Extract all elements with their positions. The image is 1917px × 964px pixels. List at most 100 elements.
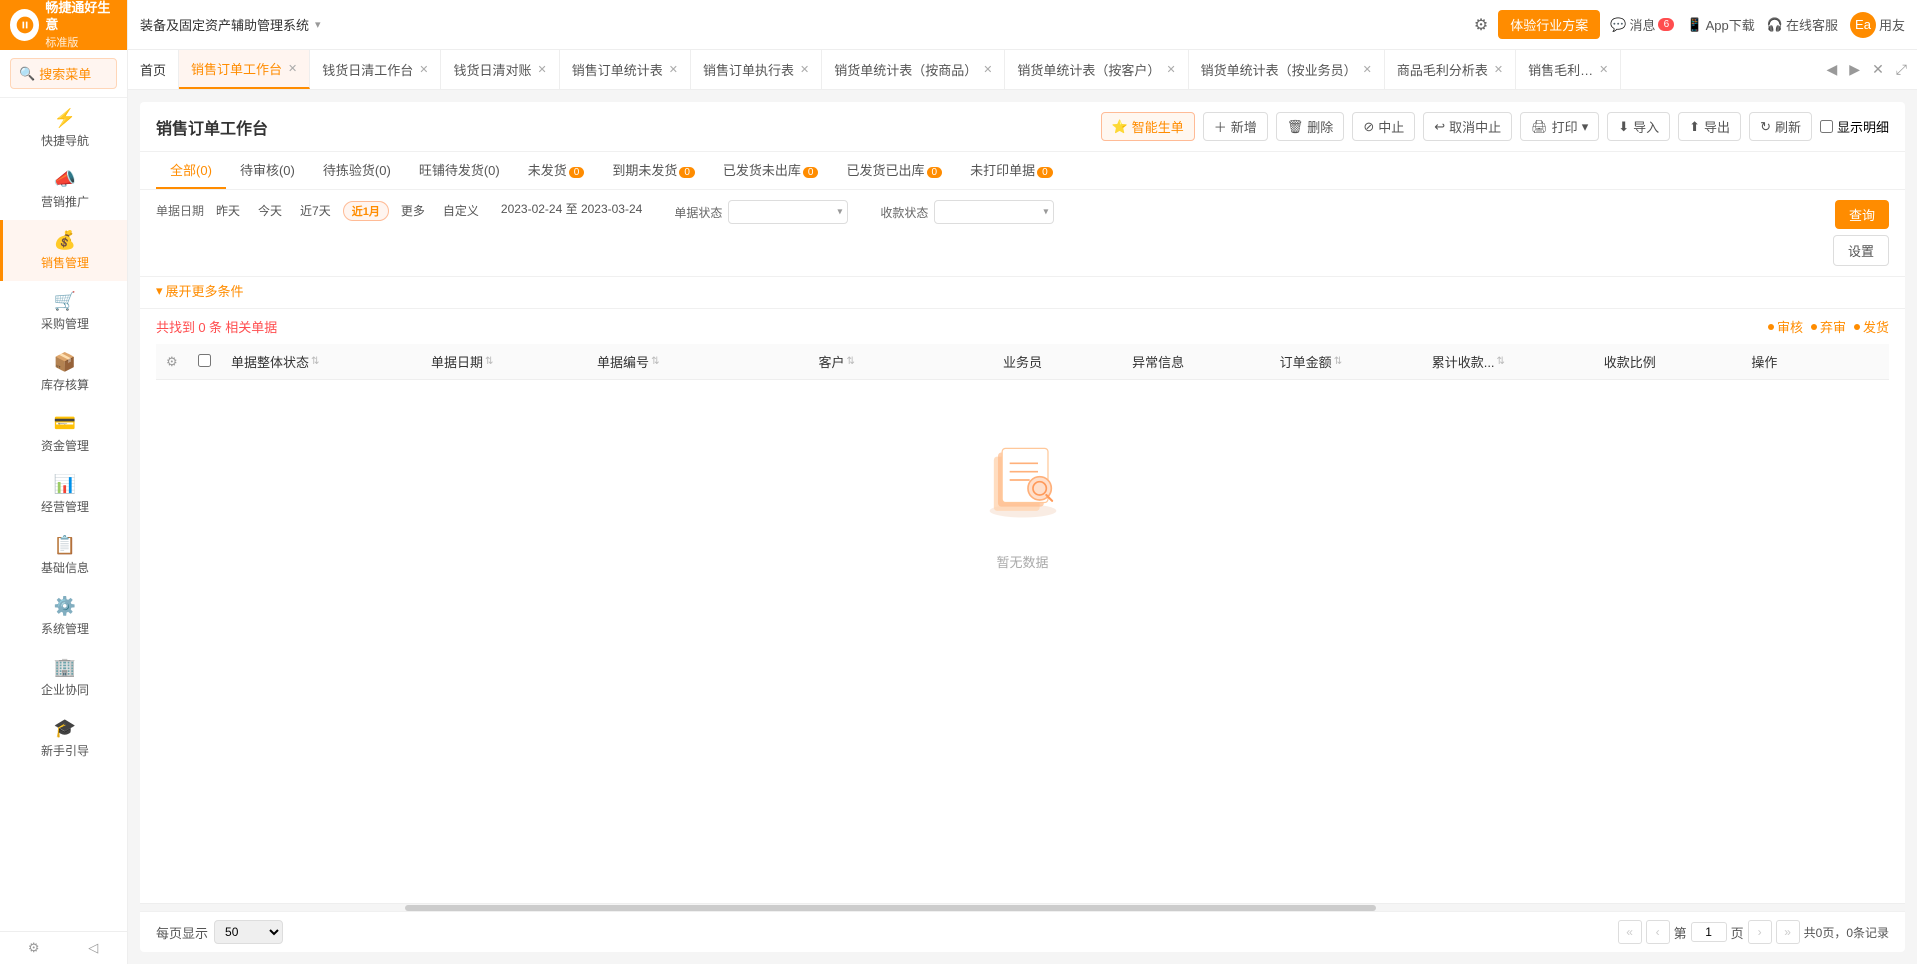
page-last-button[interactable]: »	[1776, 920, 1800, 944]
th-amount-sort[interactable]: 订单金额 ⇅	[1280, 352, 1342, 371]
horizontal-scrollbar[interactable]	[140, 903, 1905, 911]
sidebar-item-operations[interactable]: 📊 经营管理	[0, 464, 127, 525]
sidebar-item-quick-nav[interactable]: ⚡ 快捷导航	[0, 98, 127, 159]
app-download-button[interactable]: 📱 App下载	[1686, 15, 1754, 34]
th-status-sort[interactable]: 单据整体状态 ⇅	[231, 352, 319, 371]
tab-close-sales-order-exec[interactable]: ✕	[800, 63, 809, 76]
expand-filter-button[interactable]: ▾ 展开更多条件	[156, 281, 1889, 300]
tab-maximize-button[interactable]: ⤢	[1892, 59, 1911, 80]
page-input[interactable]	[1691, 922, 1727, 942]
tab-home[interactable]: 首页	[128, 50, 179, 89]
sidebar-item-guide[interactable]: 🎓 新手引导	[0, 708, 127, 769]
sub-tab-overdue-not-shipped[interactable]: 到期未发货0	[598, 152, 709, 189]
status-filter-label: 单据状态	[674, 204, 722, 221]
user-menu-button[interactable]: Ea 用友	[1850, 12, 1905, 38]
tab-gross-profit[interactable]: 商品毛利分析表 ✕	[1385, 50, 1516, 89]
page-next-button[interactable]: ›	[1748, 920, 1772, 944]
export-button[interactable]: ⬆ 导出	[1678, 112, 1741, 141]
tab-sales-order-exec[interactable]: 销售订单执行表 ✕	[691, 50, 822, 89]
sidebar-item-marketing[interactable]: 📣 营销推广	[0, 159, 127, 220]
tab-sales-profit[interactable]: 销售毛利… ✕	[1516, 50, 1621, 89]
sidebar-item-basic-info[interactable]: 📋 基础信息	[0, 525, 127, 586]
sidebar-item-system[interactable]: ⚙️ 系统管理	[0, 586, 127, 647]
settings-bottom-button[interactable]: ⚙	[8, 940, 60, 956]
search-menu-button[interactable]: 🔍 搜索菜单	[10, 58, 117, 89]
tab-close-all-button[interactable]: ✕	[1868, 59, 1888, 80]
show-detail-label[interactable]: 显示明细	[1820, 117, 1889, 136]
tab-next-button[interactable]: ▶	[1845, 59, 1864, 80]
print-button[interactable]: 🖨 打印 ▾	[1520, 112, 1599, 141]
tab-close-gross-profit[interactable]: ✕	[1494, 63, 1503, 76]
sub-tab-all[interactable]: 全部(0)	[156, 152, 226, 189]
show-detail-checkbox[interactable]	[1820, 120, 1833, 133]
tab-sales-stat-staff[interactable]: 销货单统计表（按业务员） ✕	[1189, 50, 1385, 89]
tab-prev-button[interactable]: ◀	[1823, 59, 1842, 80]
topbar-gear-button[interactable]: ⚙	[1474, 15, 1488, 35]
tab-cash-reconcile[interactable]: 钱货日清对账 ✕	[441, 50, 559, 89]
sidebar-item-enterprise[interactable]: 🏢 企业协同	[0, 647, 127, 708]
ship-button[interactable]: 发货	[1854, 317, 1889, 336]
add-button[interactable]: ＋ 新增	[1203, 112, 1268, 141]
sidebar-item-sales[interactable]: 💰 销售管理	[0, 220, 127, 281]
tab-sales-stat-customer[interactable]: 销货单统计表（按客户） ✕	[1005, 50, 1188, 89]
smart-create-button[interactable]: ⭐ 智能生单	[1101, 112, 1195, 141]
tab-close-cash-daily[interactable]: ✕	[419, 63, 428, 76]
cancel-stop-button[interactable]: ↩ 取消中止	[1423, 112, 1512, 141]
date-opt-1month[interactable]: 近1月	[343, 201, 389, 221]
tab-close-cash-reconcile[interactable]: ✕	[538, 63, 547, 76]
tab-close-sales-stat-customer[interactable]: ✕	[1166, 63, 1175, 76]
review-button[interactable]: 审核	[1768, 317, 1803, 336]
online-service-button[interactable]: 🎧 在线客服	[1767, 15, 1838, 34]
query-button[interactable]: 查询	[1835, 200, 1889, 229]
sidebar-item-finance[interactable]: 💳 资金管理	[0, 403, 127, 464]
sidebar-item-inventory[interactable]: 📦 库存核算	[0, 342, 127, 403]
tab-cash-daily[interactable]: 钱货日清工作台 ✕	[310, 50, 441, 89]
sub-tab-pending-check[interactable]: 待拣验货(0)	[309, 152, 405, 189]
message-button[interactable]: 💬 消息 6	[1610, 15, 1674, 34]
sub-tab-pending-review[interactable]: 待审核(0)	[226, 152, 309, 189]
tab-close-sales-order-work[interactable]: ✕	[288, 62, 297, 75]
stop-button[interactable]: ⊘ 中止	[1352, 112, 1415, 141]
th-num-sort[interactable]: 单据编号 ⇅	[597, 352, 659, 371]
tab-sales-stat-product[interactable]: 销货单统计表（按商品） ✕	[822, 50, 1005, 89]
sub-tab-wangpu-pending[interactable]: 旺铺待发货(0)	[405, 152, 514, 189]
delete-button[interactable]: 🗑 删除	[1276, 112, 1345, 141]
per-page-select[interactable]: 50 10 20 100	[214, 920, 283, 944]
sidebar-item-purchase[interactable]: 🛒 采购管理	[0, 281, 127, 342]
import-icon: ⬇	[1618, 119, 1629, 135]
date-opt-more[interactable]: 更多	[395, 200, 431, 221]
th-collect-sort[interactable]: 累计收款... ⇅	[1432, 352, 1505, 371]
sub-tab-not-shipped[interactable]: 未发货0	[514, 152, 599, 189]
date-opt-yesterday[interactable]: 昨天	[210, 200, 246, 221]
th-settings-icon[interactable]: ⚙	[166, 354, 178, 369]
filter-setting-button[interactable]: 设置	[1833, 235, 1889, 266]
th-customer-sort[interactable]: 客户 ⇅	[818, 352, 854, 371]
tab-sales-order-work[interactable]: 销售订单工作台 ✕	[179, 50, 310, 89]
status-select[interactable]	[728, 200, 848, 224]
industry-solution-button[interactable]: 体验行业方案	[1498, 10, 1600, 39]
sub-tab-shipped-out[interactable]: 已发货已出库0	[832, 152, 956, 189]
date-opt-7days[interactable]: 近7天	[294, 200, 337, 221]
tab-close-sales-stat-staff[interactable]: ✕	[1363, 63, 1372, 76]
page-prev-button[interactable]: ‹	[1646, 920, 1670, 944]
page-first-button[interactable]: «	[1618, 920, 1642, 944]
cancel-review-button[interactable]: 弃审	[1811, 317, 1846, 336]
tab-close-sales-stat-product[interactable]: ✕	[983, 63, 992, 76]
payment-select[interactable]	[934, 200, 1054, 224]
sub-tab-shipped-not-out[interactable]: 已发货未出库0	[709, 152, 833, 189]
date-opt-custom[interactable]: 自定义	[437, 200, 485, 221]
scrollbar-thumb[interactable]	[405, 905, 1376, 911]
date-opt-today[interactable]: 今天	[252, 200, 288, 221]
system-dropdown-icon[interactable]: ▾	[315, 18, 321, 31]
refresh-icon: ↻	[1760, 119, 1771, 135]
import-button[interactable]: ⬇ 导入	[1607, 112, 1670, 141]
select-all-checkbox[interactable]	[198, 354, 211, 367]
sub-tab-not-printed[interactable]: 未打印单据0	[956, 152, 1067, 189]
tab-close-sales-order-stat[interactable]: ✕	[669, 63, 678, 76]
finance-icon: 💳	[54, 413, 76, 434]
th-date-sort[interactable]: 单据日期 ⇅	[431, 352, 493, 371]
collapse-button[interactable]: ◁	[68, 940, 120, 956]
refresh-button[interactable]: ↻ 刷新	[1749, 112, 1812, 141]
tab-close-sales-profit[interactable]: ✕	[1599, 63, 1608, 76]
tab-sales-order-stat[interactable]: 销售订单统计表 ✕	[560, 50, 691, 89]
